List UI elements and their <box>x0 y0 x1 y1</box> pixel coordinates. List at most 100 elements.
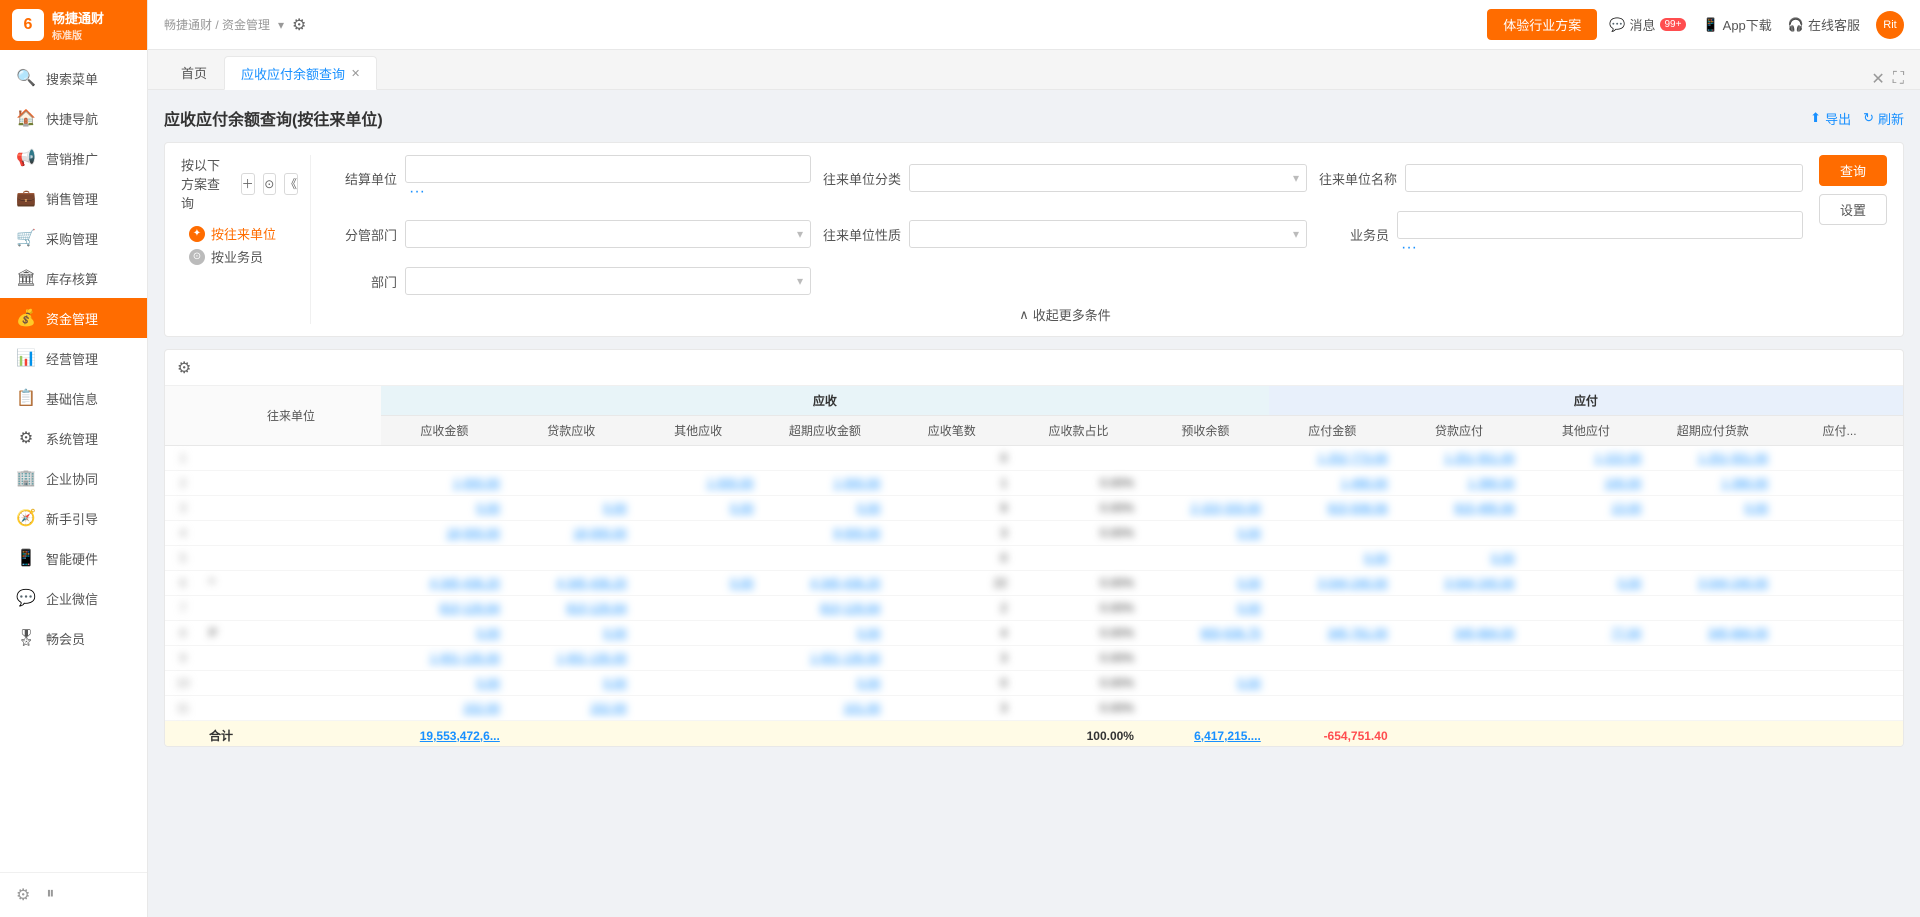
cell-ap_more[interactable] <box>1776 471 1903 496</box>
cell-ar_prepay[interactable]: 2,153,333.00 <box>1142 496 1269 521</box>
cell-ar_amount[interactable]: 18,000.00 <box>381 521 508 546</box>
cell-ar_amount[interactable]: 0.00 <box>381 671 508 696</box>
sidebar-item-quick[interactable]: 🏠快捷导航 <box>0 98 147 138</box>
cell-link-ar_other[interactable]: 1,000.00 <box>707 476 754 490</box>
cell-link-ar_loan[interactable]: 18,000.00 <box>573 526 626 540</box>
cell-ap_amount[interactable] <box>1269 521 1396 546</box>
cell-ar_overdue[interactable]: 0.00 <box>761 496 888 521</box>
scheme-by-partner[interactable]: ✦ 按往来单位 <box>189 224 298 243</box>
cell-link-ap_other[interactable]: 13.00 <box>1611 501 1641 515</box>
salesman-dots-icon[interactable]: ··· <box>1401 239 1417 256</box>
cell-ap_loan[interactable]: 915,495.56 <box>1396 496 1523 521</box>
cell-ar_prepay[interactable]: 0.00 <box>1142 571 1269 596</box>
cell-link-ap_overdue[interactable]: 345,684.00 <box>1708 626 1768 640</box>
cell-ar_count[interactable]: 0 <box>888 546 1015 571</box>
settlement-input[interactable] <box>405 155 811 183</box>
cell-link-ar_loan[interactable]: 0.00 <box>603 676 626 690</box>
cell-link-ar_overdue[interactable]: 4,345,436.20 <box>810 576 880 590</box>
cell-ap_overdue[interactable]: 3,044,240.00 <box>1649 571 1776 596</box>
cell-link-ar_overdue[interactable]: 0.00 <box>857 626 880 640</box>
cell-ar_loan[interactable]: 0.00 <box>508 671 635 696</box>
cell-ar_other[interactable] <box>635 446 762 471</box>
sidebar-item-system[interactable]: ⚙系统管理 <box>0 418 147 458</box>
cell-link-ar_amount[interactable]: 4,345,436.20 <box>430 576 500 590</box>
chevron-down-icon[interactable]: ▾ <box>278 18 284 32</box>
partner-type-input[interactable] <box>909 164 1307 192</box>
partner-name-input[interactable] <box>1405 164 1803 192</box>
cell-link-ar_amount[interactable]: 0.00 <box>476 676 499 690</box>
cell-ar_ratio[interactable]: 0.00% <box>1015 521 1142 546</box>
cell-name[interactable] <box>201 646 381 671</box>
cell-ap_other[interactable]: 77.00 <box>1522 621 1649 646</box>
cell-link-ar_prepay[interactable]: 0.00 <box>1237 676 1260 690</box>
sidebar-item-wechat[interactable]: 💬企业微信 <box>0 578 147 618</box>
cell-ar_loan[interactable]: 18,000.00 <box>508 521 635 546</box>
app-download-btn[interactable]: 📱 App下载 <box>1702 15 1771 34</box>
collapse-icon[interactable]: ⏸ <box>46 885 54 905</box>
table-settings-icon[interactable]: ⚙ <box>177 358 191 378</box>
cell-ap_more[interactable] <box>1776 646 1903 671</box>
setting-button[interactable]: 设置 <box>1819 194 1887 225</box>
cell-ar_loan[interactable]: 0.00 <box>508 621 635 646</box>
cell-ar_ratio[interactable]: 0.00% <box>1015 496 1142 521</box>
cell-ar_amount[interactable]: 4,345,436.20 <box>381 571 508 596</box>
sidebar-item-search[interactable]: 🔍搜索菜单 <box>0 58 147 98</box>
cell-link-ar_loan[interactable]: 0.00 <box>603 501 626 515</box>
cell-link-ar_overdue[interactable]: 810,126.64 <box>820 601 880 615</box>
cell-ar_amount[interactable]: 0.00 <box>381 621 508 646</box>
promo-button[interactable]: 体验行业方案 <box>1487 9 1597 40</box>
cell-link-ar_loan[interactable]: 0.00 <box>603 626 626 640</box>
cell-ap_loan[interactable]: 345,684.00 <box>1396 621 1523 646</box>
cell-link-ar_amount[interactable]: 0.00 <box>476 626 499 640</box>
cell-ap_amount[interactable]: 1,490.00 <box>1269 471 1396 496</box>
cell-ar_prepay[interactable] <box>1142 646 1269 671</box>
cell-ar_amount[interactable] <box>381 446 508 471</box>
cell-ap_overdue[interactable]: 1,390.00 <box>1649 471 1776 496</box>
cell-ar_ratio[interactable]: 0.00% <box>1015 571 1142 596</box>
cell-ap_more[interactable] <box>1776 596 1903 621</box>
cell-link-ap_other[interactable]: 1,222.00 <box>1595 451 1642 465</box>
cell-link-ap_amount[interactable]: 345,761.00 <box>1328 626 1388 640</box>
sidebar-item-purchase[interactable]: 🛒采购管理 <box>0 218 147 258</box>
cell-ap_loan[interactable] <box>1396 696 1523 721</box>
cell-ar_count[interactable]: 3 <box>888 646 1015 671</box>
cell-ar_prepay[interactable]: 655,636.75 <box>1142 621 1269 646</box>
cell-ap_overdue[interactable] <box>1649 696 1776 721</box>
cell-name[interactable] <box>201 446 381 471</box>
cell-ar_overdue[interactable]: 810,126.64 <box>761 596 888 621</box>
online-service-btn[interactable]: 🎧 在线客服 <box>1788 15 1860 34</box>
cell-link-ap_overdue[interactable]: 1,251,551.00 <box>1698 451 1768 465</box>
cell-ap_amount[interactable] <box>1269 596 1396 621</box>
more-scheme-btn[interactable]: 《 <box>284 173 298 195</box>
cell-ap_other[interactable] <box>1522 596 1649 621</box>
cell-ar_count[interactable]: 4 <box>888 621 1015 646</box>
sidebar-item-member[interactable]: 🎖畅会员 <box>0 618 147 658</box>
cell-ar_other[interactable] <box>635 646 762 671</box>
cell-ar_ratio[interactable]: 0.00% <box>1015 471 1142 496</box>
cell-ap_loan[interactable]: 3,044,240.00 <box>1396 571 1523 596</box>
cell-ar_ratio[interactable]: 0.00% <box>1015 671 1142 696</box>
cell-ap_other[interactable]: 1,222.00 <box>1522 446 1649 471</box>
cell-link-ap_loan[interactable]: 915,495.56 <box>1454 501 1514 515</box>
cell-ap_other[interactable] <box>1522 546 1649 571</box>
cell-ap_more[interactable] <box>1776 671 1903 696</box>
cell-link-ar_overdue[interactable]: 0.00 <box>857 676 880 690</box>
cell-ar_loan[interactable]: 0.00 <box>508 496 635 521</box>
cell-name[interactable] <box>201 596 381 621</box>
cell-link-ap_amount[interactable]: 1,252,773.00 <box>1318 451 1388 465</box>
cell-ap_amount[interactable]: 1,252,773.00 <box>1269 446 1396 471</box>
cell-link-ar_amount[interactable]: 810,126.64 <box>440 601 500 615</box>
cell-ar_loan[interactable]: 152.00 <box>508 696 635 721</box>
cell-ar_amount[interactable]: 1,000.00 <box>381 471 508 496</box>
cell-link-ap_other[interactable]: 77.00 <box>1611 626 1641 640</box>
cell-name[interactable] <box>201 671 381 696</box>
cell-ap_overdue[interactable]: 0.00 <box>1649 496 1776 521</box>
cell-ar_ratio[interactable]: 0.00% <box>1015 646 1142 671</box>
footer-ar-amount-value[interactable]: 19,553,472,6... <box>420 729 500 743</box>
cell-ap_loan[interactable] <box>1396 521 1523 546</box>
sidebar-item-enterprise[interactable]: 🏢企业协同 <box>0 458 147 498</box>
cell-ar_ratio[interactable] <box>1015 446 1142 471</box>
cell-ap_more[interactable] <box>1776 446 1903 471</box>
partner-nature-input[interactable] <box>909 220 1307 248</box>
cell-ap_loan[interactable] <box>1396 596 1523 621</box>
